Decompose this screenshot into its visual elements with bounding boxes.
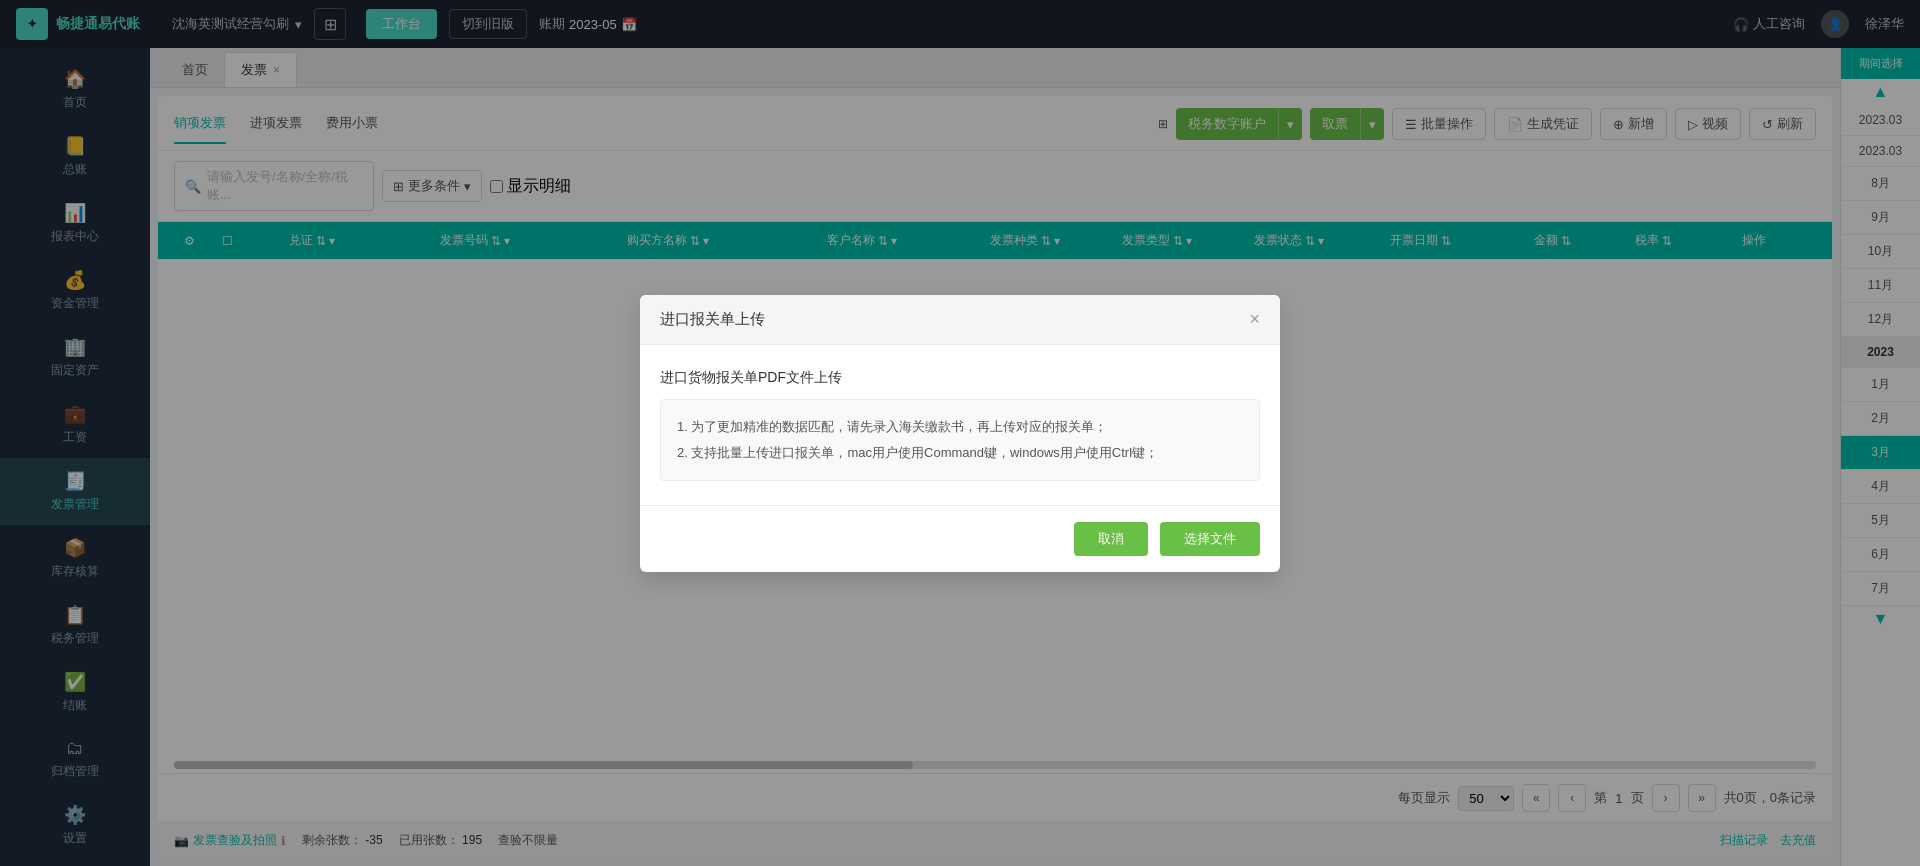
modal-body: 进口货物报关单PDF文件上传 1. 为了更加精准的数据匹配，请先录入海关缴款书，…: [640, 345, 1280, 505]
modal-footer: 取消 选择文件: [640, 505, 1280, 572]
modal-title: 进口报关单上传: [660, 310, 765, 329]
modal-header: 进口报关单上传 ×: [640, 295, 1280, 345]
modal-overlay: 进口报关单上传 × 进口货物报关单PDF文件上传 1. 为了更加精准的数据匹配，…: [0, 0, 1920, 866]
modal-section-title: 进口货物报关单PDF文件上传: [660, 369, 1260, 387]
modal-info-box: 1. 为了更加精准的数据匹配，请先录入海关缴款书，再上传对应的报关单； 2. 支…: [660, 399, 1260, 481]
import-customs-modal: 进口报关单上传 × 进口货物报关单PDF文件上传 1. 为了更加精准的数据匹配，…: [640, 295, 1280, 572]
cancel-button[interactable]: 取消: [1074, 522, 1148, 556]
modal-info-line1: 1. 为了更加精准的数据匹配，请先录入海关缴款书，再上传对应的报关单；: [677, 414, 1243, 440]
modal-close-button[interactable]: ×: [1249, 309, 1260, 330]
select-file-button[interactable]: 选择文件: [1160, 522, 1260, 556]
modal-info-line2: 2. 支持批量上传进口报关单，mac用户使用Command键，windows用户…: [677, 440, 1243, 466]
